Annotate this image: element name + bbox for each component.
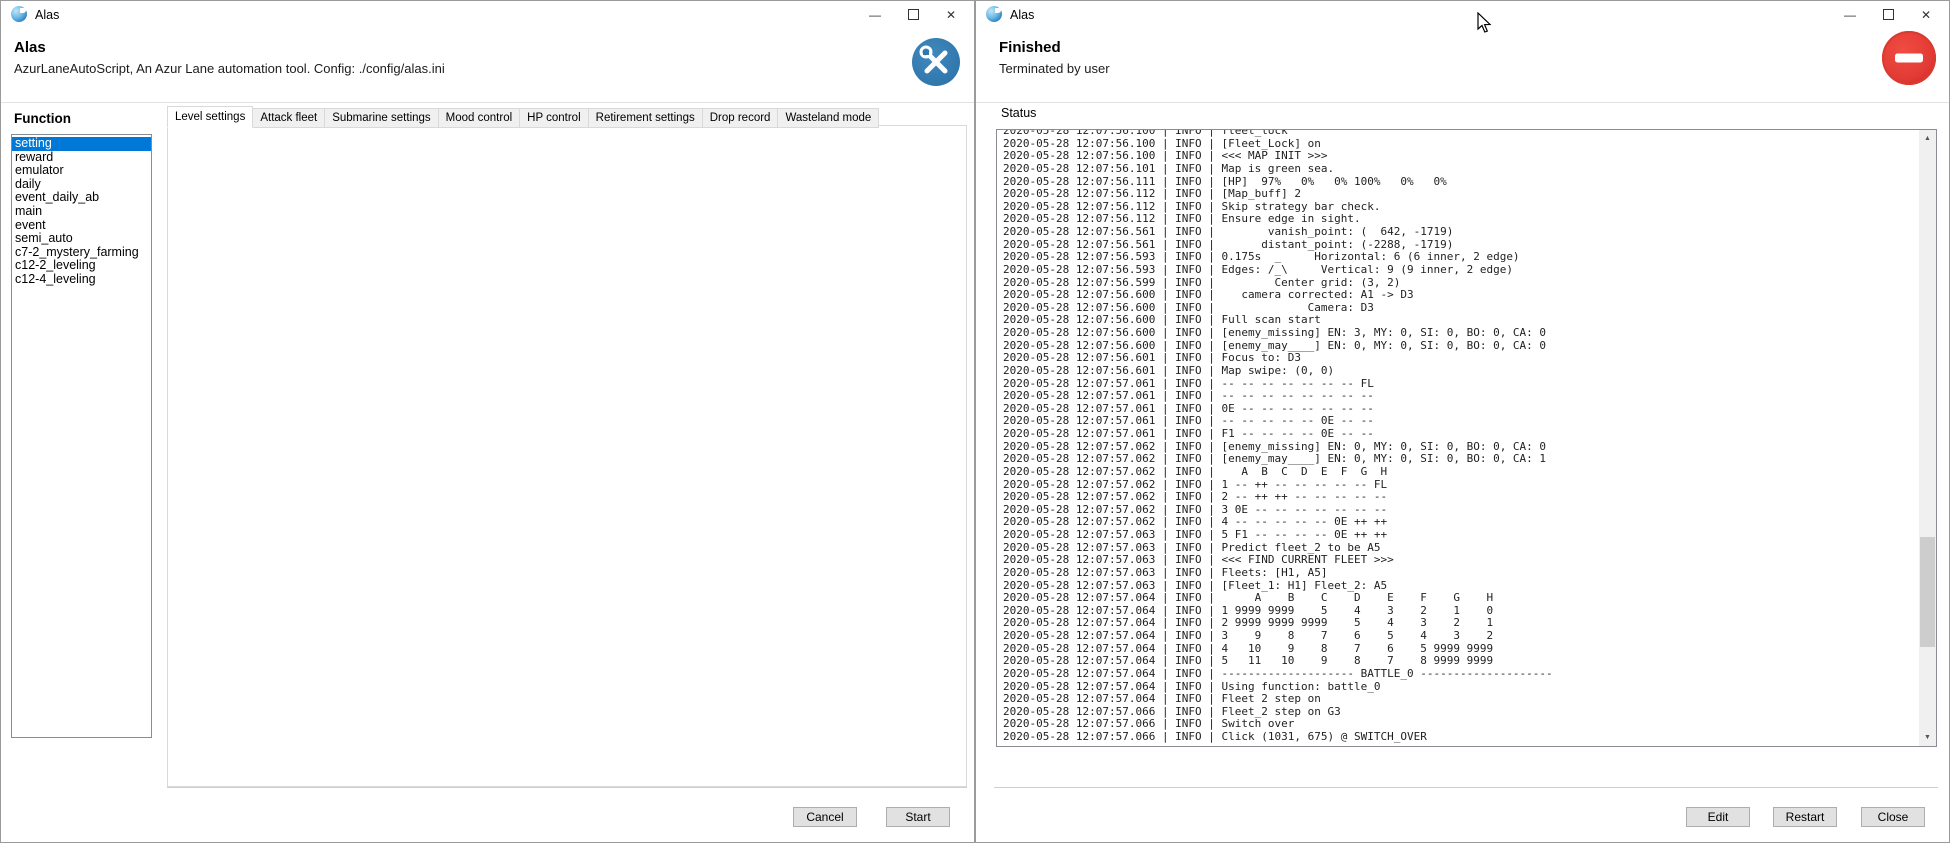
titlebar[interactable]: Alas — ✕: [976, 1, 1949, 28]
close-button[interactable]: ✕: [1907, 1, 1945, 28]
settings-tab[interactable]: Mood control: [438, 108, 520, 128]
edit-button[interactable]: Edit: [1686, 807, 1750, 827]
log-line: 2020-05-28 12:07:56.600 | INFO | camera …: [1003, 289, 1918, 302]
alas-logo-icon: [986, 6, 1002, 22]
settings-pane: [167, 125, 967, 787]
function-list-item[interactable]: c12-4_leveling: [12, 273, 151, 287]
log-line: 2020-05-28 12:07:56.600 | INFO | [enemy_…: [1003, 327, 1918, 340]
log-line: 2020-05-28 12:07:57.064 | INFO | Fleet 2…: [1003, 693, 1918, 706]
log-line: 2020-05-28 12:07:57.064 | INFO | 3 9 8 7…: [1003, 630, 1918, 643]
log-line: 2020-05-28 12:07:56.101 | INFO | Map is …: [1003, 163, 1918, 176]
header-divider: [1, 102, 974, 103]
log-line: 2020-05-28 12:07:57.062 | INFO | A B C D…: [1003, 466, 1918, 479]
function-list-item[interactable]: c7-2_mystery_farming: [12, 246, 151, 260]
run-state-subtitle: Terminated by user: [999, 61, 1110, 76]
maximize-icon: [1883, 9, 1894, 20]
button-area-divider: [994, 787, 1938, 788]
settings-tab-strip: Level settingsAttack fleetSubmarine sett…: [167, 106, 878, 128]
function-list-item[interactable]: emulator: [12, 164, 151, 178]
scroll-down-icon: ▼: [1924, 734, 1931, 741]
status-label: Status: [1001, 106, 1036, 120]
window-title: Alas: [1010, 8, 1034, 22]
settings-tab[interactable]: Level settings: [167, 106, 253, 128]
close-icon: ✕: [946, 8, 956, 22]
log-line: 2020-05-28 12:07:56.601 | INFO | Map swi…: [1003, 365, 1918, 378]
maximize-button[interactable]: [1869, 1, 1907, 28]
log-line: 2020-05-28 12:07:56.601 | INFO | Focus t…: [1003, 352, 1918, 365]
log-line: 2020-05-28 12:07:57.064 | INFO | 5 11 10…: [1003, 655, 1918, 668]
log-line: 2020-05-28 12:07:56.593 | INFO | 0.175s …: [1003, 251, 1918, 264]
settings-tab[interactable]: Drop record: [702, 108, 779, 128]
page-title: Alas: [14, 39, 46, 56]
settings-tab[interactable]: Submarine settings: [324, 108, 438, 128]
log-line: 2020-05-28 12:07:57.063 | INFO | Fleets:…: [1003, 567, 1918, 580]
minimize-button[interactable]: —: [1831, 1, 1869, 28]
log-line: 2020-05-28 12:07:56.100 | INFO | <<< MAP…: [1003, 150, 1918, 163]
settings-tab[interactable]: HP control: [519, 108, 588, 128]
desktop: Alas — ✕ Alas AzurLaneAutoScript, An Azu…: [0, 0, 1950, 843]
log-output[interactable]: 2020-05-28 12:07:56.100 | INFO | fleet_l…: [996, 129, 1937, 747]
restart-button[interactable]: Restart: [1773, 807, 1837, 827]
function-list-item[interactable]: main: [12, 205, 151, 219]
minimize-icon: —: [869, 8, 881, 22]
close-icon: ✕: [1921, 8, 1931, 22]
scroll-down-button[interactable]: ▼: [1919, 729, 1936, 746]
function-list-item[interactable]: event_daily_ab: [12, 191, 151, 205]
function-label: Function: [14, 111, 71, 126]
function-list-item[interactable]: c12-2_leveling: [12, 259, 151, 273]
close-window-button[interactable]: Close: [1861, 807, 1925, 827]
log-line: 2020-05-28 12:07:57.061 | INFO | F1 -- -…: [1003, 428, 1918, 441]
maximize-button[interactable]: [894, 1, 932, 28]
header-divider: [976, 102, 1949, 103]
log-line: 2020-05-28 12:07:56.593 | INFO | Edges: …: [1003, 264, 1918, 277]
alas-log-window: Alas — ✕ Finished Terminated by user Sta…: [975, 0, 1950, 843]
log-line: 2020-05-28 12:07:57.062 | INFO | [enemy_…: [1003, 453, 1918, 466]
cancel-button[interactable]: Cancel: [793, 807, 857, 827]
scroll-up-button[interactable]: ▲: [1919, 130, 1936, 147]
page-subtitle: AzurLaneAutoScript, An Azur Lane automat…: [14, 61, 445, 76]
function-list-item[interactable]: setting: [12, 137, 151, 151]
stop-icon: [1882, 31, 1936, 85]
button-area-divider: [167, 787, 967, 788]
log-line: 2020-05-28 12:07:57.064 | INFO | -------…: [1003, 668, 1918, 681]
scrollbar-thumb[interactable]: [1920, 537, 1935, 647]
start-button[interactable]: Start: [886, 807, 950, 827]
settings-tab[interactable]: Wasteland mode: [777, 108, 879, 128]
settings-tab[interactable]: Retirement settings: [588, 108, 703, 128]
log-line: 2020-05-28 12:07:56.112 | INFO | [Map_bu…: [1003, 188, 1918, 201]
function-list-item[interactable]: daily: [12, 178, 151, 192]
maximize-icon: [908, 9, 919, 20]
mouse-cursor: [1477, 12, 1493, 34]
scroll-up-icon: ▲: [1924, 135, 1931, 142]
function-list-item[interactable]: reward: [12, 151, 151, 165]
function-list-item[interactable]: semi_auto: [12, 232, 151, 246]
run-state-title: Finished: [999, 39, 1061, 56]
minimize-icon: —: [1844, 8, 1856, 22]
function-list-item[interactable]: event: [12, 219, 151, 233]
log-line: 2020-05-28 12:07:57.063 | INFO | 5 F1 --…: [1003, 529, 1918, 542]
close-button[interactable]: ✕: [932, 1, 970, 28]
minimize-button[interactable]: —: [856, 1, 894, 28]
tools-icon: [912, 38, 960, 86]
log-lines: 2020-05-28 12:07:56.100 | INFO | fleet_l…: [1003, 129, 1918, 744]
log-line: 2020-05-28 12:07:57.066 | INFO | Click (…: [1003, 731, 1918, 744]
alas-config-window: Alas — ✕ Alas AzurLaneAutoScript, An Azu…: [0, 0, 975, 843]
log-line: 2020-05-28 12:07:57.062 | INFO | 2 -- ++…: [1003, 491, 1918, 504]
log-line: 2020-05-28 12:07:57.061 | INFO | -- -- -…: [1003, 390, 1918, 403]
window-title: Alas: [35, 8, 59, 22]
log-line: 2020-05-28 12:07:56.561 | INFO | vanish_…: [1003, 226, 1918, 239]
titlebar[interactable]: Alas — ✕: [1, 1, 974, 28]
function-list: settingrewardemulatordailyevent_daily_ab…: [11, 134, 152, 738]
settings-tab[interactable]: Attack fleet: [252, 108, 325, 128]
log-scrollbar[interactable]: ▲ ▼: [1919, 130, 1936, 746]
log-line: 2020-05-28 12:07:57.063 | INFO | <<< FIN…: [1003, 554, 1918, 567]
alas-logo-icon: [11, 6, 27, 22]
log-line: 2020-05-28 12:07:57.064 | INFO | A B C D…: [1003, 592, 1918, 605]
